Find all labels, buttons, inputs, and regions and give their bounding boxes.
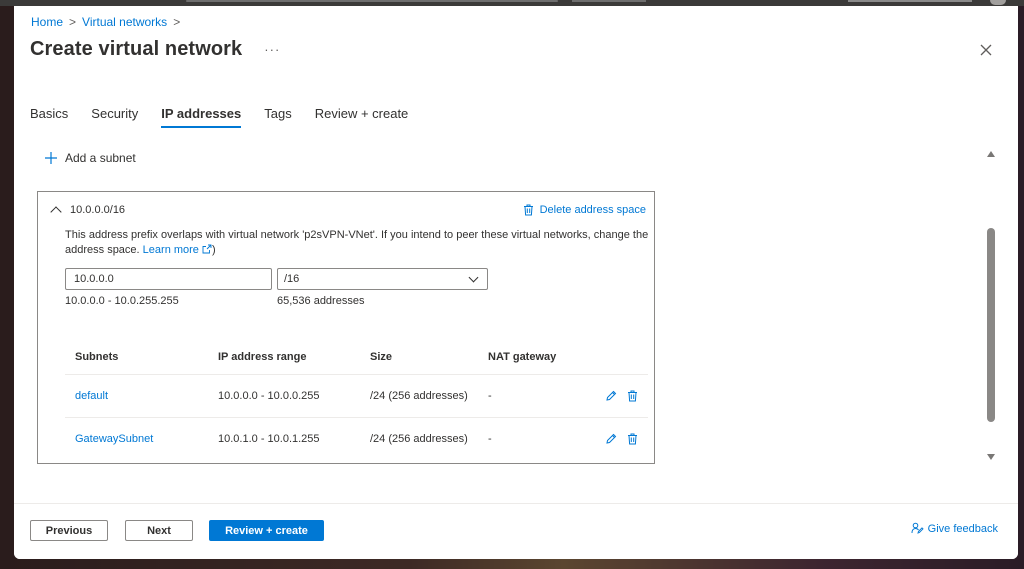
overlap-warning: This address prefix overlaps with virtua… <box>65 228 653 258</box>
breadcrumb: Home > Virtual networks > <box>31 15 180 29</box>
address-range: 10.0.0.0 - 10.0.255.255 <box>65 295 179 307</box>
tab-ip-addresses[interactable]: IP addresses <box>161 106 241 128</box>
chevron-up-icon[interactable] <box>50 206 62 218</box>
create-vnet-blade: Home > Virtual networks > Create virtual… <box>14 6 1018 559</box>
add-subnet-label: Add a subnet <box>65 151 136 165</box>
title-row: Create virtual network ··· <box>30 38 280 61</box>
row-actions-cell <box>578 374 648 418</box>
subnet-range: 10.0.1.0 - 10.0.1.255 <box>218 432 320 445</box>
subnets-table: Subnets IP address range Size NAT gatewa… <box>65 340 648 460</box>
subnet-nat: - <box>488 432 492 445</box>
review-create-button[interactable]: Review + create <box>209 520 324 541</box>
address-space-card: 10.0.0.0/16 Delete address space This ad… <box>37 191 655 464</box>
pencil-icon[interactable] <box>605 433 617 445</box>
learn-more-label: Learn more <box>142 244 199 256</box>
address-space-cidr: 10.0.0.0/16 <box>70 204 126 216</box>
next-button[interactable]: Next <box>125 520 193 541</box>
delete-address-space-label: Delete address space <box>539 204 646 216</box>
give-feedback-link[interactable]: Give feedback <box>911 522 998 535</box>
page-title: Create virtual network <box>30 38 243 60</box>
breadcrumb-virtual-networks[interactable]: Virtual networks <box>82 15 167 29</box>
subnet-size: /24 (256 addresses) <box>360 374 478 418</box>
table-row: default 10.0.0.0 - 10.0.0.255 /24 (256 a… <box>65 374 648 418</box>
table-row: GatewaySubnet 10.0.1.0 - 10.0.1.255 /24 … <box>65 417 648 460</box>
ip-address-input[interactable] <box>65 268 272 290</box>
col-actions <box>578 340 648 375</box>
plus-icon <box>45 152 57 164</box>
subnet-name-link[interactable]: default <box>65 374 208 418</box>
prefix-select-value: /16 <box>284 273 300 285</box>
more-options-icon[interactable]: ··· <box>264 42 280 57</box>
pencil-icon[interactable] <box>605 390 617 402</box>
learn-more-link[interactable]: Learn more <box>143 244 212 256</box>
trash-icon <box>523 204 533 216</box>
scroll-thumb[interactable] <box>987 228 995 422</box>
chevron-right-icon: > <box>173 15 181 29</box>
blurred-search-bar <box>186 0 558 2</box>
chevron-down-icon <box>468 272 479 282</box>
close-icon[interactable] <box>978 42 994 58</box>
table-header-row: Subnets IP address range Size NAT gatewa… <box>65 340 648 375</box>
subnet-nat: - <box>478 374 578 418</box>
delete-address-space-button[interactable]: Delete address space <box>523 204 646 216</box>
trash-icon[interactable] <box>627 433 638 445</box>
col-subnets: Subnets <box>65 340 208 375</box>
tab-review-create[interactable]: Review + create <box>315 106 409 128</box>
previous-button[interactable]: Previous <box>30 520 108 541</box>
subnet-size: /24 (256 addresses) <box>370 432 468 445</box>
feedback-icon <box>911 522 924 534</box>
give-feedback-label: Give feedback <box>927 522 998 535</box>
blurred-account-name <box>848 0 972 2</box>
trash-icon[interactable] <box>627 390 638 402</box>
footer-bar: Previous Next Review + create Give feedb… <box>14 503 1018 559</box>
warning-close-paren: ) <box>211 244 216 256</box>
address-count: 65,536 addresses <box>277 295 365 307</box>
prefix-select[interactable]: /16 <box>277 268 488 290</box>
row-actions-cell <box>578 417 648 460</box>
breadcrumb-home[interactable]: Home <box>31 15 63 29</box>
tab-tags[interactable]: Tags <box>264 106 291 128</box>
scroll-up-icon[interactable] <box>987 151 995 157</box>
subnet-name-link[interactable]: GatewaySubnet <box>65 417 208 460</box>
col-ip-range: IP address range <box>208 340 360 375</box>
address-space-header[interactable]: 10.0.0.0/16 <box>48 204 126 218</box>
col-size: Size <box>360 340 478 375</box>
blurred-avatar <box>990 0 1006 5</box>
vertical-scrollbar[interactable] <box>984 146 998 466</box>
col-nat-gateway: NAT gateway <box>478 340 578 375</box>
blurred-toolbar-item <box>572 0 646 2</box>
add-subnet-button[interactable]: Add a subnet <box>44 151 136 165</box>
tab-basics[interactable]: Basics <box>30 106 68 128</box>
external-link-icon <box>202 244 212 254</box>
subnet-range: 10.0.0.0 - 10.0.0.255 <box>208 374 360 418</box>
tab-bar: Basics Security IP addresses Tags Review… <box>30 106 431 128</box>
chevron-right-icon: > <box>69 15 77 29</box>
scroll-down-icon[interactable] <box>987 454 995 460</box>
tab-security[interactable]: Security <box>91 106 138 128</box>
